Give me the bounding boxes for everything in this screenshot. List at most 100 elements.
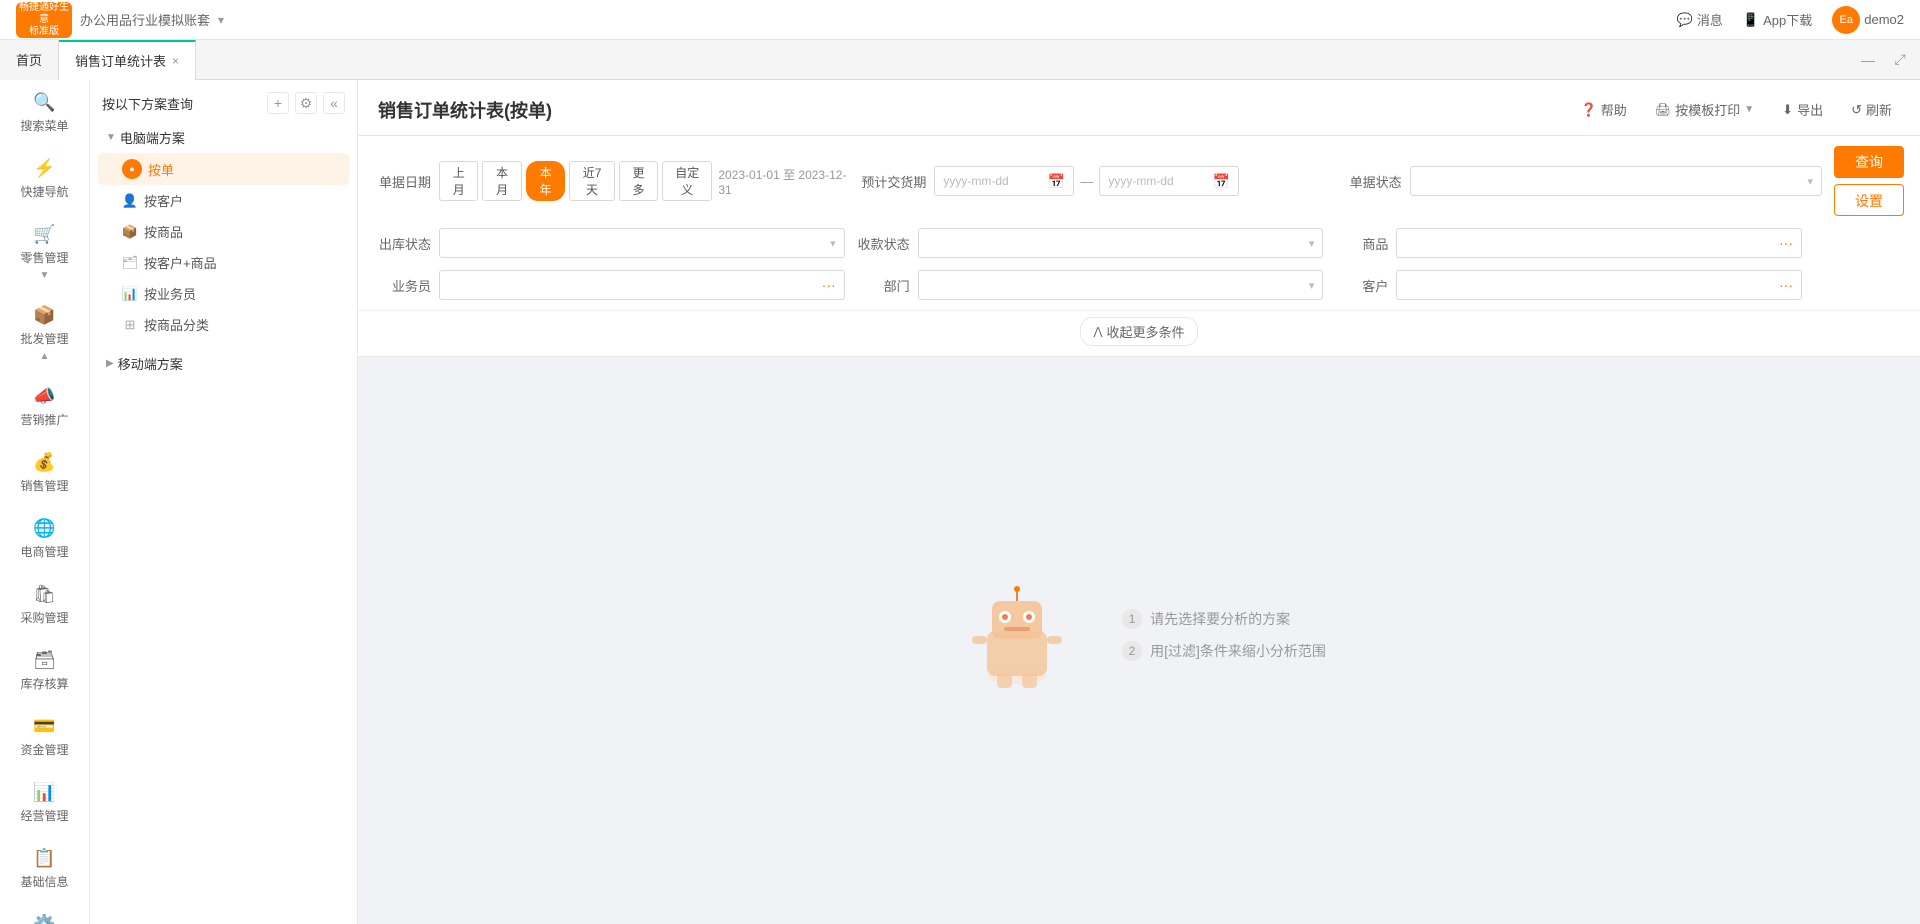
collapse-more-btn[interactable]: ⋀ 收起更多条件 [1080,317,1197,346]
logo[interactable]: 畅捷通好生意标准版 [16,2,72,38]
refresh-label: 刷新 [1866,100,1892,119]
tabbar-actions: — ⤢ [1856,48,1920,72]
sidebar-item-purchase[interactable]: 🛍 采购管理 [0,572,89,638]
by-order-circle-icon: ● [122,159,142,179]
tree-item-by-category-label: 按商品分类 [144,315,209,334]
payment-status-select[interactable]: ▾ [918,228,1324,258]
add-icon: + [274,95,282,111]
tab-maximize-btn[interactable]: ⤢ [1888,48,1912,72]
date-btn-last-month[interactable]: 上月 [439,161,478,201]
topbar-left: 畅捷通好生意标准版 办公用品行业模拟账套 ▾ [16,2,224,38]
sidebar-item-sales[interactable]: 💰 销售管理 [0,440,89,506]
export-btn[interactable]: ⬇ 导出 [1774,96,1831,123]
app-dropdown-icon[interactable]: ▾ [218,13,224,27]
left-filter-panel: 按以下方案查询 + ⚙ « ▼ 电脑端方案 [90,80,358,924]
date-btn-last7[interactable]: 近7天 [569,161,614,201]
message-btn[interactable]: 💬 消息 [1677,10,1723,29]
expected-date-end[interactable]: yyyy-mm-dd 📅 [1099,166,1239,196]
delivery-chevron: ▾ [830,237,836,250]
tree-item-by-customer-goods-label: 按客户+商品 [144,253,217,272]
date-btn-more[interactable]: 更多 [619,161,658,201]
date-btn-custom[interactable]: 自定义 [662,161,712,201]
date-quick-buttons: 上月 本月 本年 近7天 更多 自定义 [439,161,712,201]
hint1-num: 1 [1122,609,1142,629]
dept-label: 部门 [853,276,918,295]
sidebar-item-operations[interactable]: 📊 经营管理 [0,770,89,836]
salesperson-select[interactable]: ··· [439,270,845,300]
tree-group-desktop[interactable]: ▼ 电脑端方案 [98,122,349,153]
sidebar-item-inventory[interactable]: 🗃 库存核算 [0,638,89,704]
sidebar-item-system[interactable]: ⚙️ 系统管理 [0,902,89,924]
hint2-num: 2 [1122,641,1142,661]
left-panel-header: 按以下方案查询 + ⚙ « [90,92,357,122]
logo-text: 畅捷通好生意标准版 [16,2,72,38]
tree-item-by-category[interactable]: ⊞ 按商品分类 [98,309,349,340]
tab-active-label: 销售订单统计表 [75,51,166,70]
help-icon: ❓ [1581,102,1597,118]
sidebar-item-quicknav[interactable]: ⚡ 快捷导航 [0,146,89,212]
sidebar-item-basic[interactable]: 📋 基础信息 [0,836,89,902]
doc-status-select[interactable]: ▾ [1410,166,1822,196]
goods-select[interactable]: ··· [1396,228,1802,258]
date-label: 单据日期 [374,172,439,191]
date-filter-group: 单据日期 上月 本月 本年 近7天 更多 自定义 2023-01-01 至 20… [374,161,851,201]
expected-date-start-placeholder: yyyy-mm-dd [943,174,1008,188]
app-download-btn[interactable]: 📱 App下载 [1743,10,1812,29]
collapse-panel-btn[interactable]: « [323,92,345,114]
page-title: 销售订单统计表(按单) [378,97,552,123]
help-btn[interactable]: ❓ 帮助 [1573,96,1635,123]
message-label: 消息 [1697,10,1723,29]
date-btn-this-month[interactable]: 本月 [482,161,521,201]
tree-group-mobile[interactable]: ▶ 移动端方案 [98,348,349,379]
print-btn[interactable]: 🖨 按模板打印 ▼ [1647,96,1762,123]
by-order-icon-text: ● [129,164,134,174]
sidebar-item-finance[interactable]: 💳 资金管理 [0,704,89,770]
tree-item-by-goods-label: 按商品 [144,222,183,241]
dept-select[interactable]: ▾ [918,270,1324,300]
date-separator: — [1080,174,1093,189]
tree-item-by-customer-goods[interactable]: 🗂 按客户+商品 [98,247,349,278]
sidebar-item-search-label: 搜索菜单 [20,117,68,134]
sidebar-item-retail[interactable]: 🛒 零售管理 ▼ [0,212,89,293]
filter-row-3: 业务员 ··· 部门 ▾ 客户 [358,264,1920,310]
doc-status-label: 单据状态 [1345,172,1410,191]
tree-item-by-goods[interactable]: 📦 按商品 [98,216,349,247]
main-layout: 🔍 搜索菜单 ⚡ 快捷导航 🛒 零售管理 ▼ 📦 批发管理 ▲ 📣 营销推广 💰… [0,80,1920,924]
tab-minimize-btn[interactable]: — [1856,48,1880,72]
customer-select[interactable]: ··· [1396,270,1802,300]
sidebar-item-ecommerce[interactable]: 🌐 电商管理 [0,506,89,572]
query-button[interactable]: 查询 [1834,146,1904,178]
tab-close-icon[interactable]: × [172,54,179,68]
retail-icon: 🛒 [33,224,55,245]
doc-status-chevron: ▾ [1807,175,1813,188]
sidebar-item-marketing[interactable]: 📣 营销推广 [0,374,89,440]
user-profile[interactable]: Ea demo2 [1832,6,1904,34]
refresh-btn[interactable]: ↺ 刷新 [1843,96,1900,123]
filter-row-1: 单据日期 上月 本月 本年 近7天 更多 自定义 2023-01-01 至 20… [358,136,1920,222]
date-btn-this-year[interactable]: 本年 [526,161,565,201]
tree-item-by-salesperson[interactable]: 📊 按业务员 [98,278,349,309]
empty-hint-2: 2 用[过滤]条件来缩小分析范围 [1122,641,1326,661]
export-label: 导出 [1797,100,1823,119]
sidebar-item-basic-label: 基础信息 [20,873,68,890]
dept-chevron: ▾ [1309,279,1315,292]
add-scheme-btn[interactable]: + [267,92,289,114]
sales-icon: 💰 [33,452,55,473]
settings-scheme-btn[interactable]: ⚙ [295,92,317,114]
expected-date-start[interactable]: yyyy-mm-dd 📅 [934,166,1074,196]
tab-sales-order-stats[interactable]: 销售订单统计表 × [59,40,196,80]
customer-more-dots: ··· [1779,277,1793,293]
empty-illustration [952,576,1082,706]
tree-item-by-customer[interactable]: 👤 按客户 [98,185,349,216]
delivery-status-select[interactable]: ▾ [439,228,845,258]
by-category-icon: ⊞ [122,317,138,333]
tree-item-by-order[interactable]: ● 按单 [98,153,349,185]
tab-home[interactable]: 首页 [0,40,59,80]
print-label: 按模板打印 [1675,100,1740,119]
sidebar-item-search[interactable]: 🔍 搜索菜单 [0,80,89,146]
by-goods-icon: 📦 [122,224,138,240]
sidebar-item-wholesale[interactable]: 📦 批发管理 ▲ [0,293,89,374]
settings-button[interactable]: 设置 [1834,184,1904,216]
page-header-actions: ❓ 帮助 🖨 按模板打印 ▼ ⬇ 导出 ↺ 刷新 [1573,96,1900,123]
tree-group-mobile-arrow: ▶ [106,358,114,369]
